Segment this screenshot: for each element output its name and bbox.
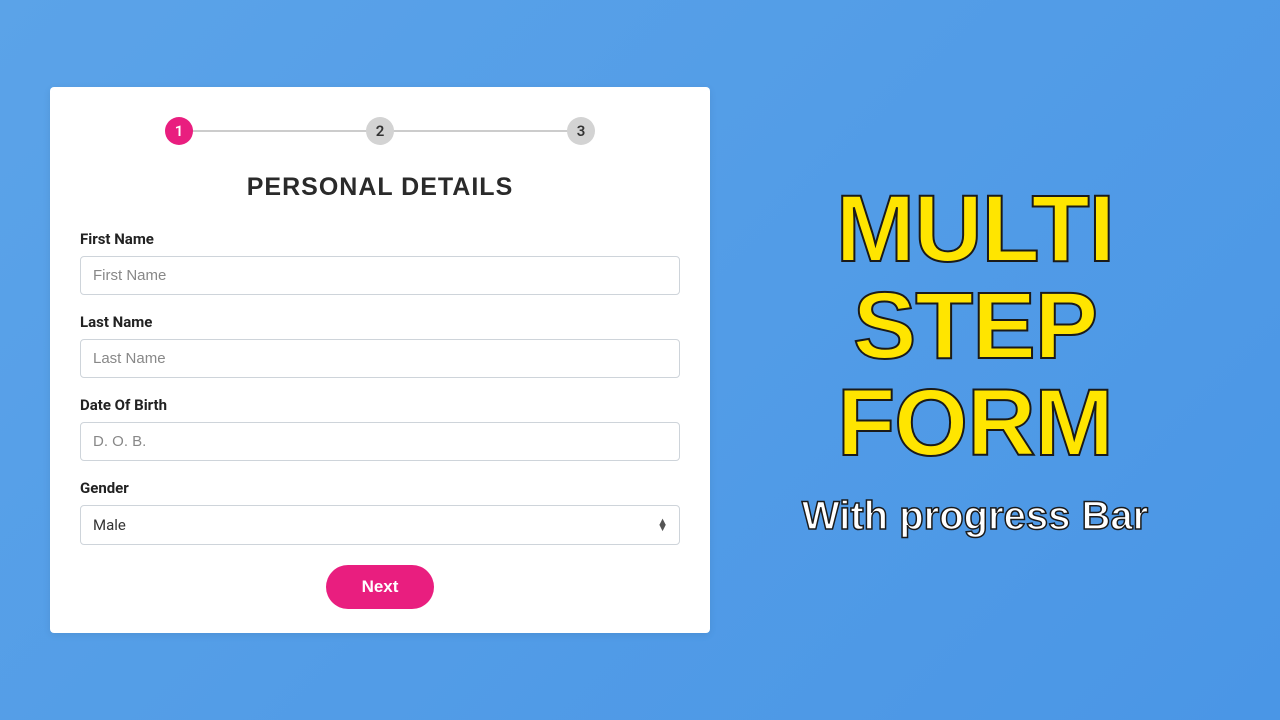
headline-line-2: STEP	[710, 278, 1240, 375]
last-name-input[interactable]	[80, 339, 680, 378]
next-button[interactable]: Next	[326, 565, 435, 609]
last-name-label: Last Name	[80, 313, 680, 331]
first-name-input[interactable]	[80, 256, 680, 295]
progress-bar: 1 2 3	[165, 117, 595, 145]
dob-input[interactable]	[80, 422, 680, 461]
headline-line-1: MULTI	[710, 181, 1240, 278]
last-name-group: Last Name	[80, 313, 680, 378]
gender-label: Gender	[80, 479, 680, 497]
form-title: PERSONAL DETAILS	[70, 173, 690, 202]
headline: MULTI STEP FORM With progress Bar	[710, 181, 1280, 539]
dob-group: Date Of Birth	[80, 396, 680, 461]
step-2[interactable]: 2	[366, 117, 394, 145]
gender-select-wrap: Male ▲▼	[80, 505, 680, 545]
step-1[interactable]: 1	[165, 117, 193, 145]
gender-group: Gender Male ▲▼	[80, 479, 680, 545]
headline-line-3: FORM	[710, 375, 1240, 472]
dob-label: Date Of Birth	[80, 396, 680, 414]
form-card: 1 2 3 PERSONAL DETAILS First Name Last N…	[50, 87, 710, 633]
form-body: First Name Last Name Date Of Birth Gende…	[70, 230, 690, 609]
step-3[interactable]: 3	[567, 117, 595, 145]
first-name-label: First Name	[80, 230, 680, 248]
first-name-group: First Name	[80, 230, 680, 295]
headline-sub: With progress Bar	[710, 494, 1240, 539]
gender-select[interactable]: Male	[80, 505, 680, 545]
